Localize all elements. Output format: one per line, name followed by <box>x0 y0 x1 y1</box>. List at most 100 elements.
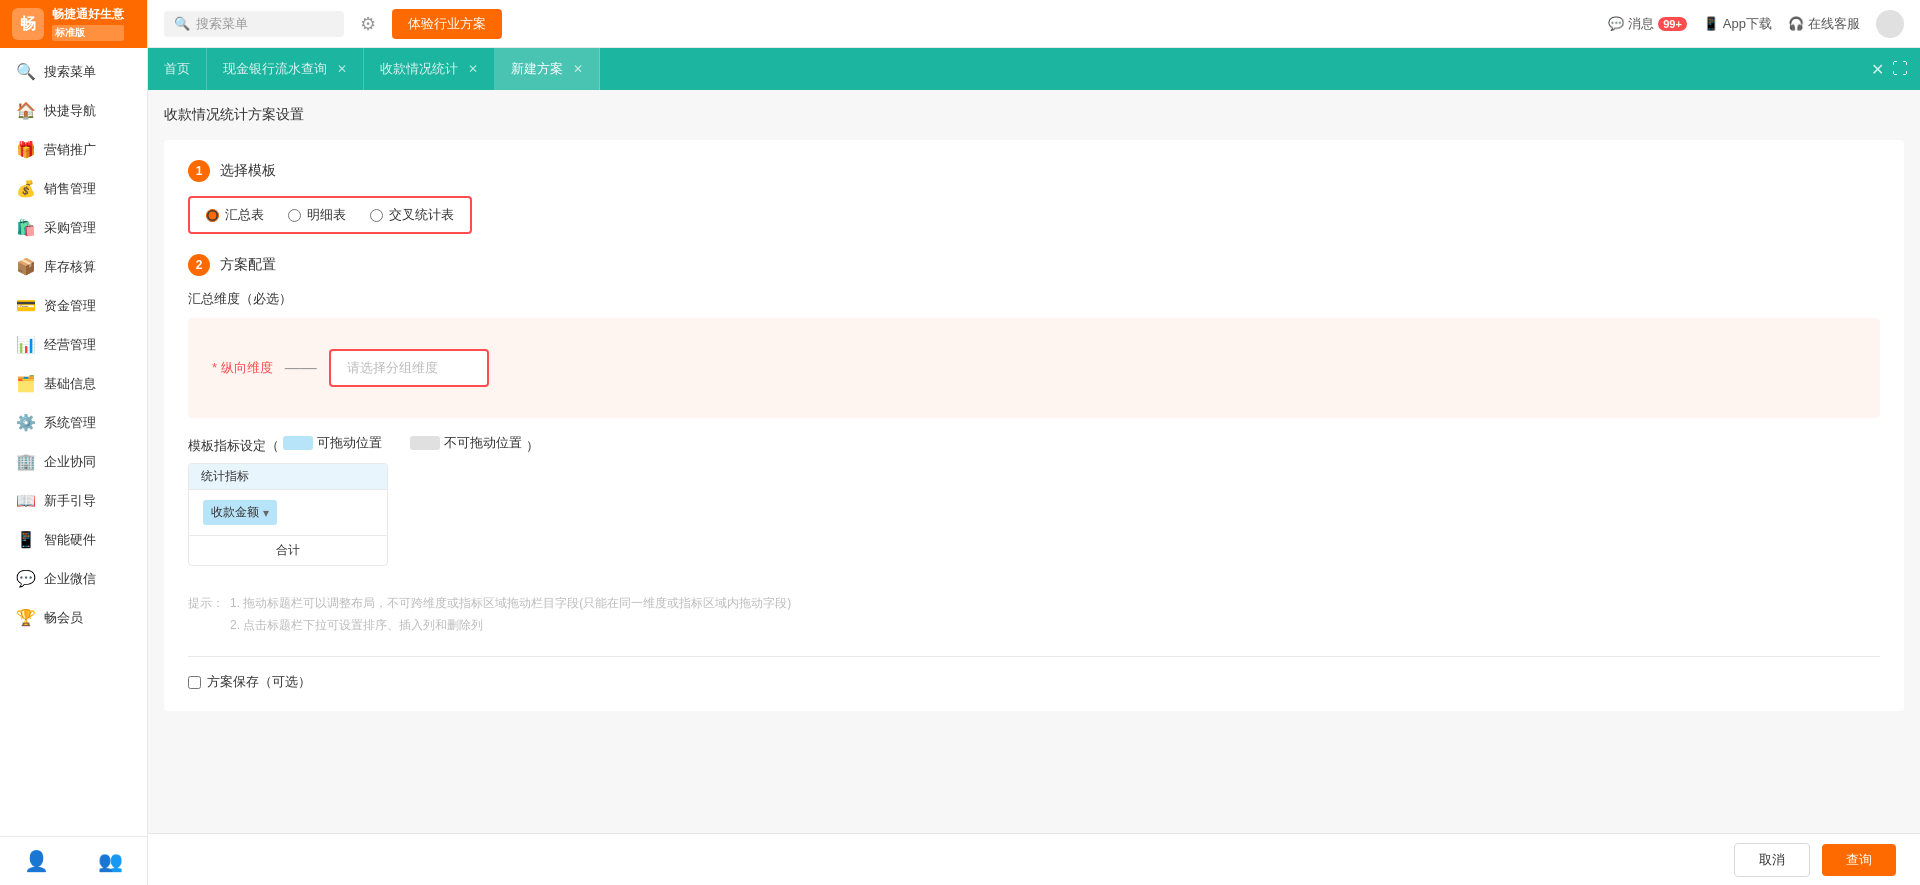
step1-section: 1 选择模板 汇总表 明细表 <box>188 160 1880 234</box>
dimension-arrow: —— <box>285 359 317 377</box>
tab-home-label: 首页 <box>164 60 190 78</box>
radio-cross-label: 交叉统计表 <box>389 206 454 224</box>
query-button[interactable]: 查询 <box>1822 844 1896 876</box>
radio-detail-label: 明细表 <box>307 206 346 224</box>
save-section: 方案保存（可选） <box>188 656 1880 691</box>
dimension-selector[interactable]: 请选择分组维度 <box>329 349 489 387</box>
tab-receipts-close[interactable]: ✕ <box>468 62 478 76</box>
dimension-area: * 纵向维度 —— 请选择分组维度 <box>188 318 1880 418</box>
tab-bank[interactable]: 现金银行流水查询 ✕ <box>207 48 364 90</box>
close-all-icon[interactable]: ✕ <box>1871 60 1884 79</box>
save-checkbox-row[interactable]: 方案保存（可选） <box>188 673 1880 691</box>
sidebar-item-enterprise[interactable]: 🏢 企业协同 <box>0 442 147 481</box>
sidebar-item-purchase[interactable]: 🛍️ 采购管理 <box>0 208 147 247</box>
sidebar-item-capital[interactable]: 💳 资金管理 <box>0 286 147 325</box>
sidebar-item-marketing[interactable]: 🎁 营销推广 <box>0 130 147 169</box>
tip-line-1: 提示： 1. 拖动标题栏可以调整布局，不可跨维度或指标区域拖动栏目字段(只能在同… <box>188 593 1880 615</box>
dimension-row: * 纵向维度 —— 请选择分组维度 <box>212 349 489 387</box>
tip-text-1: 1. 拖动标题栏可以调整布局，不可跨维度或指标区域拖动栏目字段(只能在同一维度或… <box>230 593 791 615</box>
notification-label: 消息 <box>1628 15 1654 33</box>
sidebar-item-system[interactable]: ⚙️ 系统管理 <box>0 403 147 442</box>
metrics-tag-amount[interactable]: 收款金额 ▾ <box>203 500 277 525</box>
logo-icon: 畅 <box>12 8 44 40</box>
service-btn[interactable]: 🎧 在线客服 <box>1788 15 1860 33</box>
tab-new-plan-close[interactable]: ✕ <box>573 62 583 76</box>
book-icon: 📖 <box>16 491 36 510</box>
dimension-placeholder: 请选择分组维度 <box>347 360 438 375</box>
app-download-btn[interactable]: 📱 App下载 <box>1703 15 1772 33</box>
sidebar-item-label: 库存核算 <box>44 258 96 276</box>
legend-fixed-swatch <box>410 436 440 450</box>
sidebar-item-member[interactable]: 🏆 畅会员 <box>0 598 147 637</box>
building-icon: 🏢 <box>16 452 36 471</box>
settings-icon[interactable]: ⚙ <box>360 13 376 35</box>
page-content: 收款情况统计方案设置 1 选择模板 汇总表 <box>148 90 1920 833</box>
sidebar-item-operations[interactable]: 📊 经营管理 <box>0 325 147 364</box>
user-icon: 👤 <box>24 849 49 873</box>
radio-cross-input[interactable] <box>370 209 383 222</box>
radio-detail[interactable]: 明细表 <box>288 206 346 224</box>
notification-badge: 99+ <box>1658 17 1687 31</box>
sidebar-item-quick-nav[interactable]: 🏠 快捷导航 <box>0 91 147 130</box>
topbar: 🔍 搜索菜单 ⚙ 体验行业方案 💬 消息 99+ 📱 App下载 🎧 在线客服 <box>148 0 1920 48</box>
tab-new-plan[interactable]: 新建方案 ✕ <box>495 48 600 90</box>
page-title: 收款情况统计方案设置 <box>164 106 1904 124</box>
sidebar-item-guide[interactable]: 📖 新手引导 <box>0 481 147 520</box>
gear-nav-icon: ⚙️ <box>16 413 36 432</box>
notification-btn[interactable]: 💬 消息 99+ <box>1608 15 1687 33</box>
tip-prefix-2 <box>188 615 224 637</box>
user-avatar[interactable] <box>1876 10 1904 38</box>
dimension-title: 汇总维度（必选） <box>188 290 1880 308</box>
sidebar-item-hardware[interactable]: 📱 智能硬件 <box>0 520 147 559</box>
step1-badge: 1 <box>188 160 210 182</box>
save-checkbox[interactable] <box>188 676 201 689</box>
radio-summary[interactable]: 汇总表 <box>206 206 264 224</box>
search-nav-icon: 🔍 <box>16 62 36 81</box>
tab-home[interactable]: 首页 <box>148 48 207 90</box>
search-menu-box[interactable]: 🔍 搜索菜单 <box>164 11 344 37</box>
tab-receipts[interactable]: 收款情况统计 ✕ <box>364 48 495 90</box>
sidebar-item-label: 营销推广 <box>44 141 96 159</box>
tab-bank-close[interactable]: ✕ <box>337 62 347 76</box>
radio-cross[interactable]: 交叉统计表 <box>370 206 454 224</box>
radio-summary-input[interactable] <box>206 209 219 222</box>
template-select-box: 汇总表 明细表 交叉统计表 <box>188 196 472 234</box>
users-icon: 👥 <box>98 849 123 873</box>
step2-section: 2 方案配置 汇总维度（必选） * 纵向维度 —— 请选择分组维度 <box>188 254 1880 636</box>
sidebar-item-label: 企业微信 <box>44 570 96 588</box>
tip-line-2: 2. 点击标题栏下拉可设置排序、插入列和删除列 <box>188 615 1880 637</box>
service-icon: 🎧 <box>1788 16 1804 31</box>
expand-icon[interactable]: ⛶ <box>1892 60 1908 78</box>
tab-receipts-label: 收款情况统计 <box>380 60 458 78</box>
sidebar-item-base-info[interactable]: 🗂️ 基础信息 <box>0 364 147 403</box>
tips-section: 提示： 1. 拖动标题栏可以调整布局，不可跨维度或指标区域拖动栏目字段(只能在同… <box>188 593 1880 636</box>
sidebar-item-inventory[interactable]: 📦 库存核算 <box>0 247 147 286</box>
sidebar-avatar2[interactable]: 👥 <box>90 845 131 877</box>
radio-detail-input[interactable] <box>288 209 301 222</box>
money-icon: 💰 <box>16 179 36 198</box>
dimension-row-label: * 纵向维度 <box>212 359 273 377</box>
service-label: 在线客服 <box>1808 15 1860 33</box>
legend-draggable-label: 可拖动位置 <box>317 434 382 452</box>
sidebar: 畅 畅捷通好生意 标准版 🔍 搜索菜单 🏠 快捷导航 🎁 营销推广 💰 销售管理… <box>0 0 148 885</box>
legend-draggable-swatch <box>283 436 313 450</box>
sidebar-item-sales[interactable]: 💰 销售管理 <box>0 169 147 208</box>
cancel-button[interactable]: 取消 <box>1734 843 1810 877</box>
sidebar-item-label: 智能硬件 <box>44 531 96 549</box>
industry-btn[interactable]: 体验行业方案 <box>392 9 502 39</box>
tab-bank-label: 现金银行流水查询 <box>223 60 327 78</box>
sidebar-nav: 🔍 搜索菜单 🏠 快捷导航 🎁 营销推广 💰 销售管理 🛍️ 采购管理 📦 库存… <box>0 48 147 836</box>
topbar-right: 💬 消息 99+ 📱 App下载 🎧 在线客服 <box>1608 10 1904 38</box>
shopping-icon: 🛍️ <box>16 218 36 237</box>
notification-icon: 💬 <box>1608 16 1624 31</box>
metrics-title-text: 模板指标设定（ <box>188 438 279 453</box>
sidebar-avatar1[interactable]: 👤 <box>16 845 57 877</box>
sidebar-item-wechat[interactable]: 💬 企业微信 <box>0 559 147 598</box>
dimension-config: 汇总维度（必选） * 纵向维度 —— 请选择分组维度 <box>188 290 1880 418</box>
step2-title: 方案配置 <box>220 256 276 274</box>
sidebar-item-label: 新手引导 <box>44 492 96 510</box>
search-placeholder: 搜索菜单 <box>196 15 248 33</box>
sidebar-item-label: 采购管理 <box>44 219 96 237</box>
sidebar-item-label: 基础信息 <box>44 375 96 393</box>
sidebar-item-search[interactable]: 🔍 搜索菜单 <box>0 52 147 91</box>
